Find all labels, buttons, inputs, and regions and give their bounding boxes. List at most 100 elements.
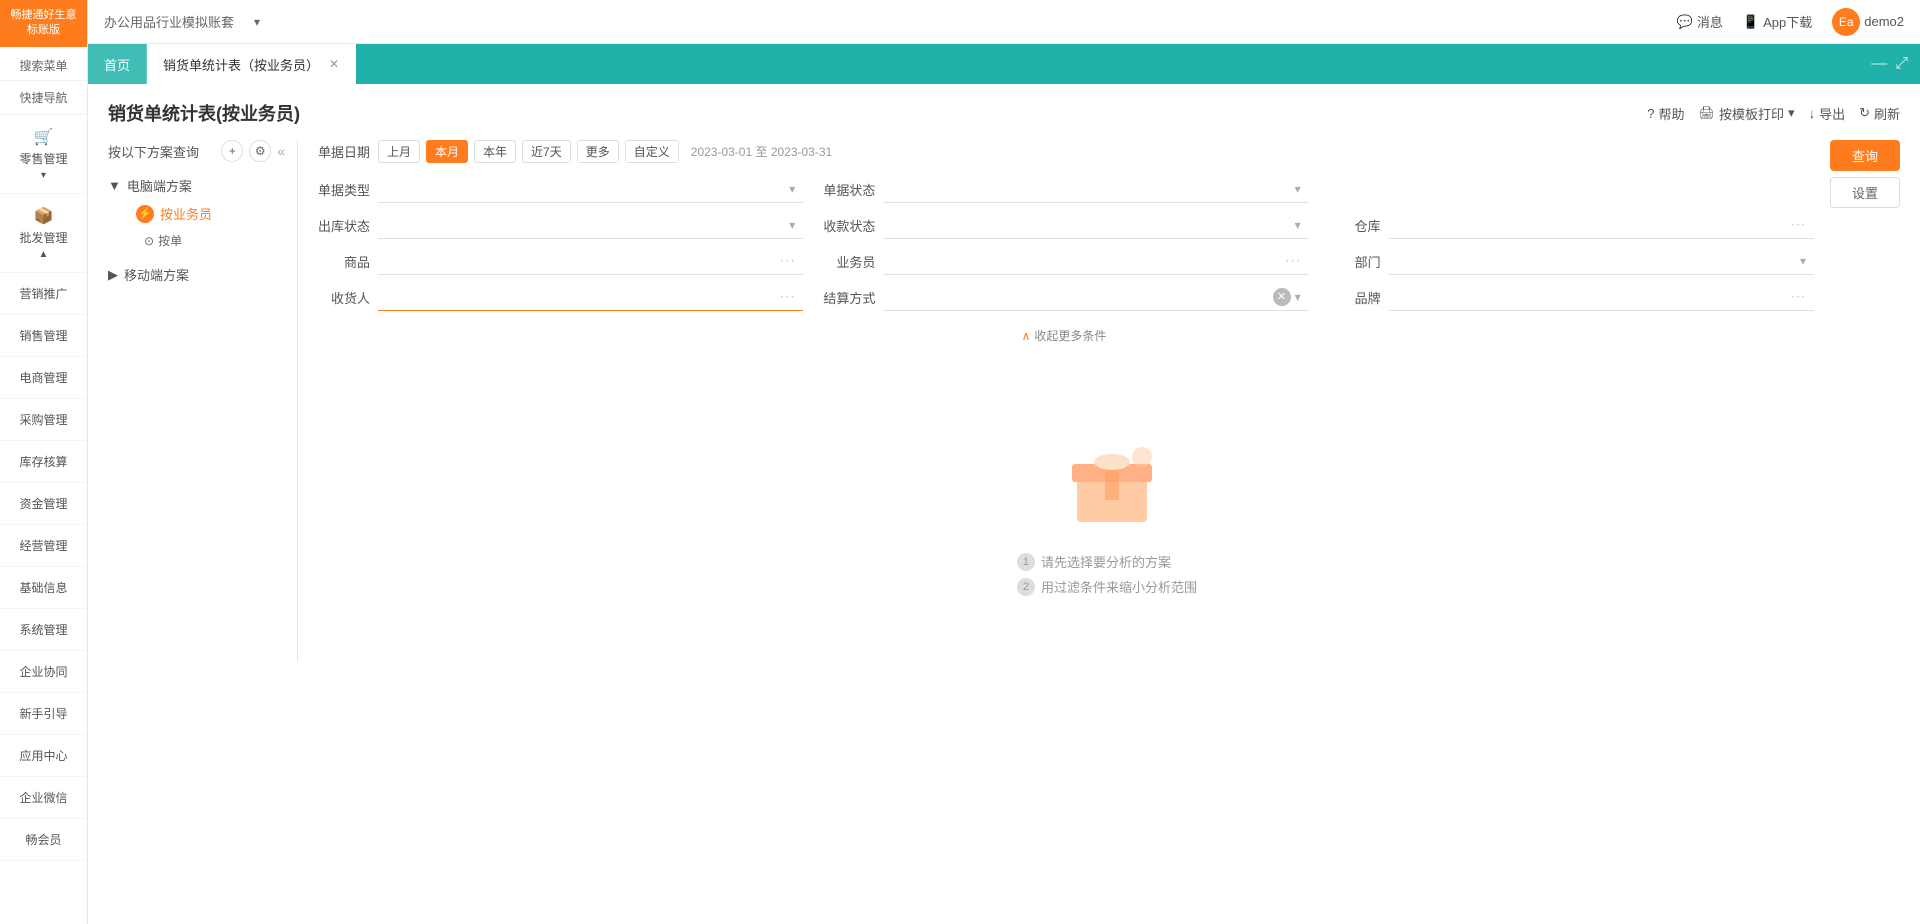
filter-field-department: 部门 ▾ (1325, 247, 1814, 275)
empty-state: 1 请先选择要分析的方案 2 用过滤条件来缩小分析范围 (314, 372, 1900, 662)
empty-icon (1057, 432, 1157, 532)
collapse-panel-btn[interactable]: « (277, 143, 285, 159)
sidebar-item-corp[interactable]: 企业协同 (0, 651, 87, 693)
date-btn-this-month[interactable]: 本月 (426, 140, 468, 163)
action-buttons: 查询 设置 (1830, 140, 1900, 208)
date-btn-last-7-days[interactable]: 近7天 (522, 140, 571, 163)
payment-status-control[interactable]: ▾ (883, 211, 1308, 239)
sidebar-item-marketing[interactable]: 营销推广 (0, 273, 87, 315)
tab-close-icon[interactable]: ✕ (329, 57, 339, 71)
filter-field-goods: 商品 ··· (314, 247, 803, 275)
scheme-sub-by-order[interactable]: ⊙ 按单 (108, 228, 285, 253)
query-button[interactable]: 查询 (1830, 140, 1900, 171)
app-icon: 📱 (1743, 14, 1759, 30)
payment-status-label: 收款状态 (819, 216, 875, 235)
sidebar-logo-subtext: 标账版 (6, 23, 81, 38)
print-btn[interactable]: 🖨 按模板打印 ▾ (1699, 104, 1795, 123)
warehouse-dots-icon: ··· (1790, 216, 1806, 234)
sidebar-item-label-finance: 资金管理 (19, 495, 67, 512)
sidebar-logo[interactable]: 畅捷通好生意 标账版 (0, 0, 87, 47)
help-btn[interactable]: ? 帮助 (1647, 104, 1684, 123)
sidebar-quick-nav[interactable]: 快捷导航 (0, 81, 87, 115)
sidebar-item-label-purchase: 采购管理 (19, 411, 67, 428)
warehouse-control[interactable]: ··· (1389, 211, 1814, 239)
sidebar-item-ecommerce[interactable]: 电商管理 (0, 357, 87, 399)
sidebar-item-member[interactable]: 畅会员 (0, 819, 87, 861)
brand-dots-icon: ··· (1790, 288, 1806, 306)
goods-control[interactable]: ··· (378, 247, 803, 275)
filter-field-payment-method: 结算方式 ✕ ▾ (819, 283, 1308, 311)
empty-hint-1: 1 请先选择要分析的方案 (1017, 552, 1197, 571)
date-btn-this-year[interactable]: 本年 (474, 140, 516, 163)
topbar: 办公用品行业模拟账套 ▾ 💬 消息 📱 App下载 Ea demo2 (88, 0, 1920, 44)
sidebar-item-wholesale[interactable]: 📦 批发管理 ▲ (0, 194, 87, 273)
print-icon: 🖨 (1699, 105, 1716, 121)
refresh-btn[interactable]: ↻ 刷新 (1859, 104, 1900, 123)
sub-icon: ⊙ (144, 234, 154, 248)
sidebar-item-sales[interactable]: 销售管理 (0, 315, 87, 357)
scheme-group-label: 电脑端方案 (127, 176, 192, 195)
scheme-group-desktop-title[interactable]: ▼ 电脑端方案 (108, 172, 285, 199)
sidebar-item-inventory[interactable]: 库存核算 (0, 441, 87, 483)
payment-method-clear-btn[interactable]: ✕ (1273, 288, 1291, 306)
sidebar-search[interactable]: 搜索菜单 (0, 47, 87, 81)
filter-field-warehouse: 仓库 ··· (1325, 211, 1814, 239)
topbar-dropdown-icon[interactable]: ▾ (254, 15, 260, 29)
sidebar-item-purchase[interactable]: 采购管理 (0, 399, 87, 441)
user-avatar-btn[interactable]: Ea demo2 (1832, 8, 1904, 36)
doc-type-dropdown-icon: ▾ (789, 182, 795, 196)
scheme-item-by-salesperson[interactable]: ⚡ 按业务员 (108, 199, 285, 228)
sidebar-item-basic[interactable]: 基础信息 (0, 567, 87, 609)
consignee-control[interactable]: ··· (378, 283, 803, 311)
right-panel: 单据日期 上月 本月 本年 近7天 更多 自定义 2023-03-01 至 20… (298, 140, 1900, 662)
collapse-label: 收起更多条件 (1034, 327, 1106, 344)
sidebar-item-apps[interactable]: 应用中心 (0, 735, 87, 777)
date-buttons: 上月 本月 本年 近7天 更多 自定义 2023-03-01 至 2023-03… (378, 140, 832, 163)
payment-method-label: 结算方式 (819, 288, 875, 307)
sidebar-item-label-retail: 零售管理 (19, 150, 67, 167)
left-panel-actions: + ⚙ « (221, 140, 285, 162)
doc-status-control[interactable]: ▾ (883, 175, 1308, 203)
tab-sales-stat[interactable]: 销货单统计表（按业务员） ✕ (147, 44, 356, 84)
sidebar-item-operations[interactable]: 经营管理 (0, 525, 87, 567)
payment-method-control[interactable]: ✕ ▾ (883, 283, 1308, 311)
sidebar-item-label-weixin: 企业微信 (19, 789, 67, 806)
sidebar-item-label-member: 畅会员 (25, 831, 61, 848)
out-status-control[interactable]: ▾ (378, 211, 803, 239)
message-btn[interactable]: 💬 消息 (1677, 12, 1723, 31)
export-btn[interactable]: ↓ 导出 (1809, 104, 1846, 123)
tab-maximize-btn[interactable]: ⤢ (1895, 55, 1908, 73)
tab-sales-stat-label: 销货单统计表（按业务员） (163, 55, 319, 74)
sidebar-item-retail[interactable]: 🛒 零售管理 ▾ (0, 115, 87, 194)
tab-home[interactable]: 首页 (88, 44, 147, 84)
doc-type-control[interactable]: ▾ (378, 175, 803, 203)
sidebar-item-finance[interactable]: 资金管理 (0, 483, 87, 525)
add-scheme-btn[interactable]: + (221, 140, 243, 162)
scheme-settings-btn[interactable]: ⚙ (249, 140, 271, 162)
department-control[interactable]: ▾ (1389, 247, 1814, 275)
page-content: 销货单统计表(按业务员) ? 帮助 🖨 按模板打印 ▾ ↓ 导出 (88, 84, 1920, 924)
filter-row-2: 出库状态 ▾ 收款状态 (314, 211, 1814, 239)
settings-button[interactable]: 设置 (1830, 177, 1900, 208)
brand-control[interactable]: ··· (1389, 283, 1814, 311)
scheme-group-mobile-title[interactable]: ▶ 移动端方案 (108, 261, 285, 288)
filter-row-1: 单据类型 ▾ 单据状态 (314, 175, 1814, 203)
tab-minimize-btn[interactable]: — (1871, 55, 1887, 73)
filter-row-3: 商品 ··· 业务员 (314, 247, 1814, 275)
sidebar-item-system[interactable]: 系统管理 (0, 609, 87, 651)
collapse-bar[interactable]: ∧ 收起更多条件 (314, 319, 1814, 352)
message-icon: 💬 (1677, 14, 1693, 30)
empty-hint-2: 2 用过滤条件来缩小分析范围 (1017, 577, 1197, 596)
sidebar-item-label-wholesale: 批发管理 (19, 229, 67, 246)
page-title: 销货单统计表(按业务员) (108, 100, 300, 126)
date-btn-more[interactable]: 更多 (577, 140, 619, 163)
date-btn-custom[interactable]: 自定义 (625, 140, 679, 163)
salesperson-control[interactable]: ··· (883, 247, 1308, 275)
sidebar-item-label-marketing: 营销推广 (19, 285, 67, 302)
sidebar-item-newbie[interactable]: 新手引导 (0, 693, 87, 735)
sidebar-item-weixin[interactable]: 企业微信 (0, 777, 87, 819)
filter-field-brand: 品牌 ··· (1325, 283, 1814, 311)
app-download-btn[interactable]: 📱 App下载 (1743, 12, 1812, 31)
goods-label: 商品 (314, 252, 370, 271)
date-btn-last-month[interactable]: 上月 (378, 140, 420, 163)
